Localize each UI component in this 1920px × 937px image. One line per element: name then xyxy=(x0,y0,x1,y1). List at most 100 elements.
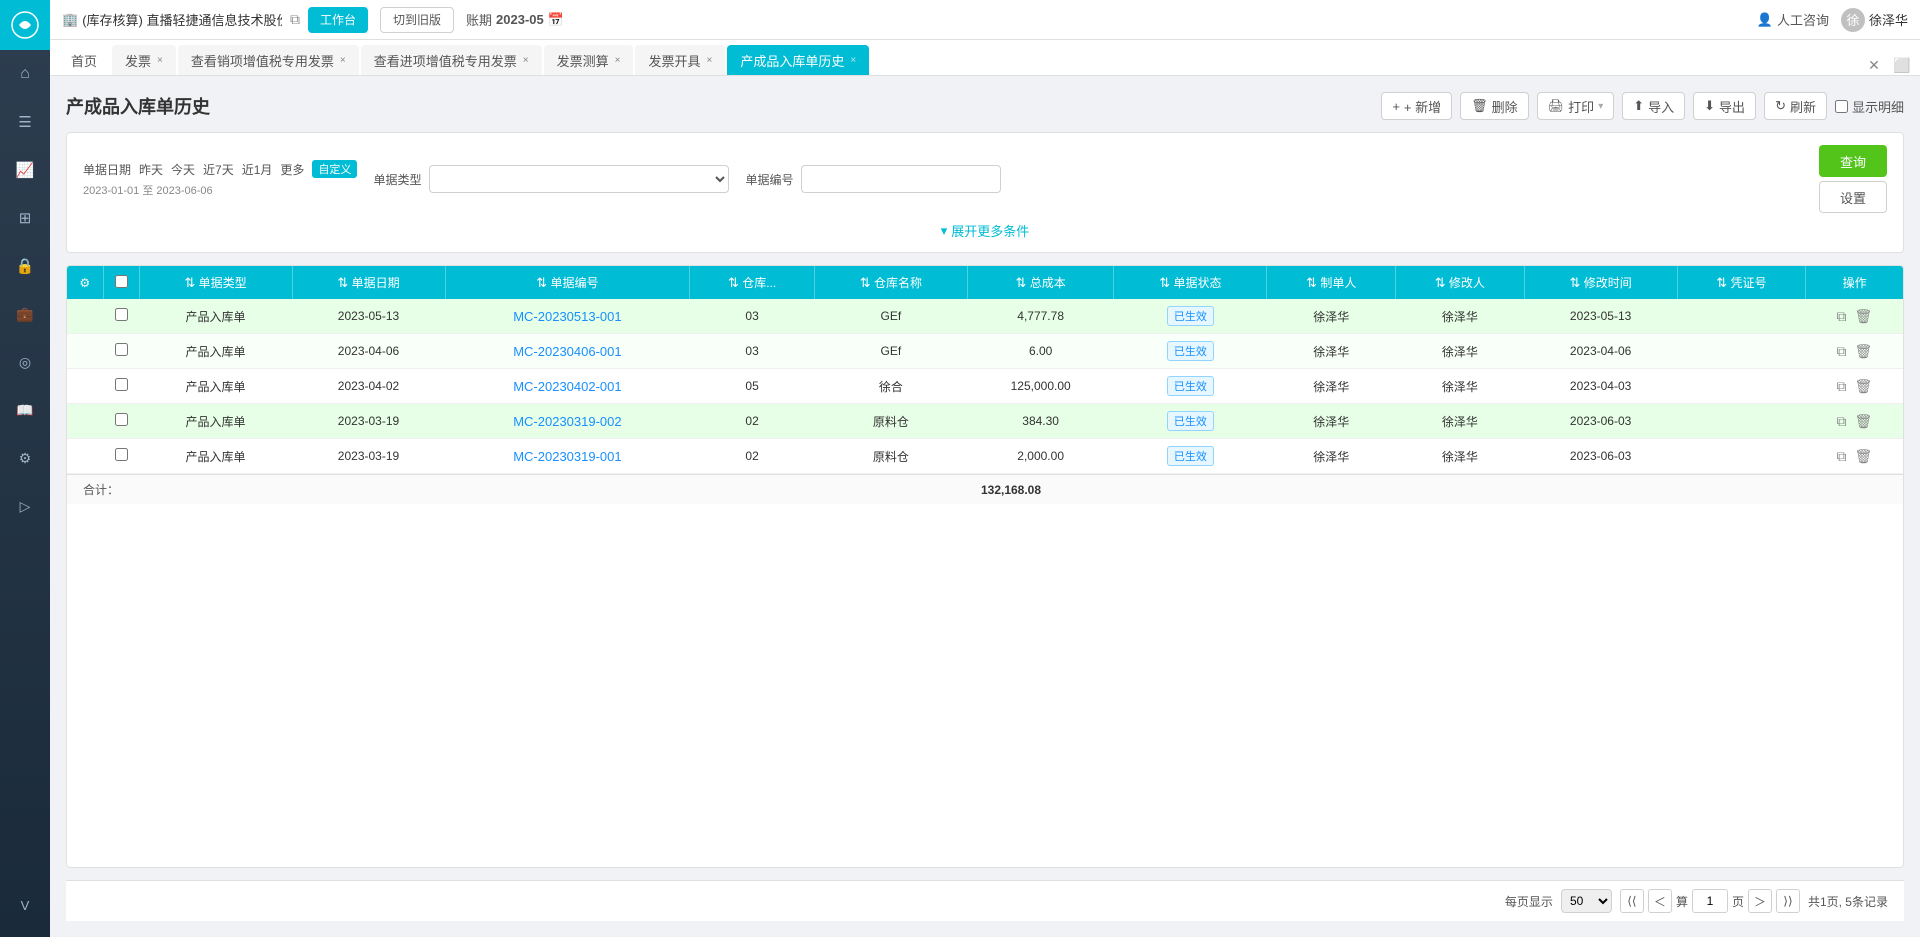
row-checkbox-2[interactable] xyxy=(115,343,128,356)
select-all-checkbox[interactable] xyxy=(115,275,128,288)
tab-invoice-calc-close[interactable]: × xyxy=(615,55,621,66)
th-select-all[interactable] xyxy=(103,266,139,299)
date-link-yesterday[interactable]: 昨天 xyxy=(139,161,163,178)
row-delete-icon-5[interactable]: 🗑 xyxy=(1854,448,1872,465)
last-page-button[interactable]: ⟩⟩ xyxy=(1776,889,1800,913)
sidebar-item-play[interactable]: ▷ xyxy=(0,482,50,530)
th-modify-time[interactable]: ⇅ 修改时间 xyxy=(1524,266,1677,299)
th-total-cost[interactable]: ⇅ 总成本 xyxy=(967,266,1114,299)
date-link-more[interactable]: 更多 xyxy=(280,161,304,178)
tab-maximize-button[interactable]: ⬜ xyxy=(1892,55,1912,75)
th-warehouse-name[interactable]: ⇅ 仓库名称 xyxy=(814,266,967,299)
th-warehouse-code[interactable]: ⇅ 仓库... xyxy=(690,266,815,299)
row-edit-icon-5[interactable]: ⧉ xyxy=(1836,448,1846,465)
tab-invoice-open[interactable]: 发票开具 × xyxy=(635,45,725,75)
row-no-3[interactable]: MC-20230402-001 xyxy=(445,369,690,404)
tab-purchase-vat-close[interactable]: × xyxy=(523,55,529,66)
th-doc-date[interactable]: ⇅ 单据日期 xyxy=(292,266,445,299)
sidebar-item-stamp[interactable]: ◎ xyxy=(0,338,50,386)
th-creator[interactable]: ⇅ 制单人 xyxy=(1267,266,1396,299)
row-checkbox-1[interactable] xyxy=(115,308,128,321)
row-check-5[interactable] xyxy=(103,439,139,474)
row-checkbox-4[interactable] xyxy=(115,413,128,426)
doc-type-select[interactable]: 产品入库单 xyxy=(429,165,729,193)
tab-purchase-vat[interactable]: 查看进项增值税专用发票 × xyxy=(361,45,542,75)
tab-invoice-calc[interactable]: 发票测算 × xyxy=(544,45,634,75)
doc-no-link-3[interactable]: MC-20230402-001 xyxy=(513,379,621,394)
service-link[interactable]: 👤 人工咨询 xyxy=(1757,10,1829,29)
row-check-1[interactable] xyxy=(103,299,139,334)
row-checkbox-3[interactable] xyxy=(115,378,128,391)
user-info[interactable]: 徐 徐泽华 xyxy=(1841,8,1908,32)
row-check-2[interactable] xyxy=(103,334,139,369)
th-voucher[interactable]: ⇅ 凭证号 xyxy=(1677,266,1806,299)
date-link-7days[interactable]: 近7天 xyxy=(203,161,234,178)
doc-no-link-1[interactable]: MC-20230513-001 xyxy=(513,309,621,324)
row-edit-icon-1[interactable]: ⧉ xyxy=(1836,308,1846,325)
th-settings[interactable]: ⚙ xyxy=(67,266,103,299)
tab-product-history[interactable]: 产成品入库单历史 × xyxy=(727,45,869,75)
sidebar-item-wallet[interactable]: 💼 xyxy=(0,290,50,338)
th-modifier[interactable]: ⇅ 修改人 xyxy=(1396,266,1525,299)
per-page-select[interactable]: 10 20 50 100 xyxy=(1561,889,1612,913)
sidebar-item-version[interactable]: V xyxy=(0,881,50,929)
workspace-button[interactable]: 工作台 xyxy=(308,7,368,33)
calendar-icon[interactable]: 📅 xyxy=(548,12,564,28)
set-button[interactable]: 设置 xyxy=(1819,181,1887,213)
sidebar-item-doc[interactable]: ☰ xyxy=(0,98,50,146)
tab-invoice[interactable]: 发票 × xyxy=(112,45,176,75)
doc-no-link-2[interactable]: MC-20230406-001 xyxy=(513,344,621,359)
sidebar-item-home[interactable]: ⌂ xyxy=(0,50,50,98)
sidebar-item-book[interactable]: 📖 xyxy=(0,386,50,434)
tab-sales-vat-close[interactable]: × xyxy=(340,55,346,66)
tab-product-history-close[interactable]: × xyxy=(850,55,856,66)
row-delete-icon-3[interactable]: 🗑 xyxy=(1854,378,1872,395)
row-check-3[interactable] xyxy=(103,369,139,404)
show-detail-checkbox[interactable] xyxy=(1835,100,1848,113)
row-edit-icon-4[interactable]: ⧉ xyxy=(1836,413,1846,430)
new-button[interactable]: + + 新增 xyxy=(1381,92,1452,120)
row-no-2[interactable]: MC-20230406-001 xyxy=(445,334,690,369)
doc-no-link-4[interactable]: MC-20230319-002 xyxy=(513,414,621,429)
tab-close-all-button[interactable]: ✕ xyxy=(1864,55,1884,75)
row-delete-icon-1[interactable]: 🗑 xyxy=(1854,308,1872,325)
app-logo[interactable] xyxy=(0,0,50,50)
row-checkbox-5[interactable] xyxy=(115,448,128,461)
th-doc-no[interactable]: ⇅ 单据编号 xyxy=(445,266,690,299)
tab-invoice-close[interactable]: × xyxy=(157,55,163,66)
row-no-4[interactable]: MC-20230319-002 xyxy=(445,404,690,439)
doc-no-input[interactable] xyxy=(801,165,1001,193)
delete-button[interactable]: 🗑 删除 xyxy=(1460,92,1529,120)
sidebar-item-grid[interactable]: ⊞ xyxy=(0,194,50,242)
tab-sales-vat[interactable]: 查看销项增值税专用发票 × xyxy=(178,45,359,75)
sidebar-item-settings[interactable]: ⚙ xyxy=(0,434,50,482)
show-detail-label[interactable]: 显示明细 xyxy=(1835,97,1904,116)
first-page-button[interactable]: ⟨⟨ xyxy=(1620,889,1644,913)
date-custom-tag[interactable]: 自定义 xyxy=(312,160,357,178)
row-no-1[interactable]: MC-20230513-001 xyxy=(445,299,690,334)
switch-version-button[interactable]: 切到旧版 xyxy=(380,7,454,33)
row-no-5[interactable]: MC-20230319-001 xyxy=(445,439,690,474)
date-link-1month[interactable]: 近1月 xyxy=(242,161,273,178)
row-delete-icon-4[interactable]: 🗑 xyxy=(1854,413,1872,430)
import-button[interactable]: ⬆ 导入 xyxy=(1622,92,1685,120)
row-delete-icon-2[interactable]: 🗑 xyxy=(1854,343,1872,360)
query-button[interactable]: 查询 xyxy=(1819,145,1887,177)
prev-page-button[interactable]: ＜ xyxy=(1648,889,1672,913)
sidebar-item-lock[interactable]: 🔒 xyxy=(0,242,50,290)
print-button[interactable]: 🖨 打印 ▾ xyxy=(1537,92,1615,120)
expand-button[interactable]: ▾ 展开更多条件 xyxy=(941,221,1030,240)
refresh-button[interactable]: ↻ 刷新 xyxy=(1764,92,1827,120)
th-status[interactable]: ⇅ 单据状态 xyxy=(1114,266,1267,299)
export-button[interactable]: ⬇ 导出 xyxy=(1693,92,1756,120)
next-page-button[interactable]: ＞ xyxy=(1748,889,1772,913)
tab-home[interactable]: 首页 xyxy=(58,45,110,75)
tab-invoice-open-close[interactable]: × xyxy=(706,55,712,66)
row-check-4[interactable] xyxy=(103,404,139,439)
row-edit-icon-3[interactable]: ⧉ xyxy=(1836,378,1846,395)
row-edit-icon-2[interactable]: ⧉ xyxy=(1836,343,1846,360)
sidebar-item-chart[interactable]: 📈 xyxy=(0,146,50,194)
date-link-today[interactable]: 今天 xyxy=(171,161,195,178)
doc-no-link-5[interactable]: MC-20230319-001 xyxy=(513,449,621,464)
th-doc-type[interactable]: ⇅ 单据类型 xyxy=(139,266,292,299)
